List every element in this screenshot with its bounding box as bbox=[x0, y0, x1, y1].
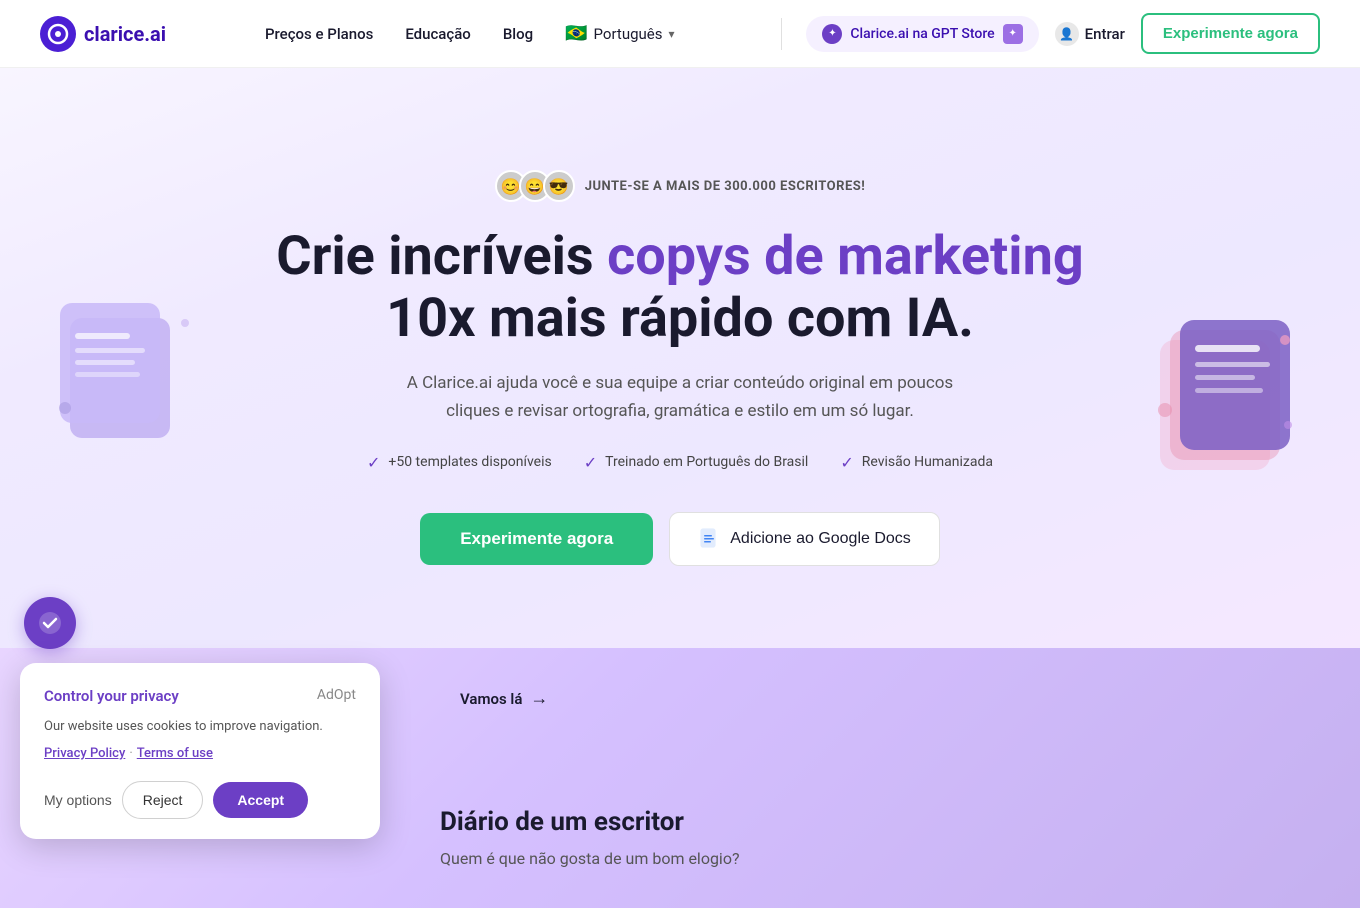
language-flag: 🇧🇷 bbox=[565, 23, 587, 44]
hero-cta-secondary[interactable]: Adicione ao Google Docs bbox=[669, 512, 940, 566]
accept-button[interactable]: Accept bbox=[213, 782, 308, 818]
check-icon-1: ✓ bbox=[367, 453, 380, 472]
hero-feature-label-1: +50 templates disponíveis bbox=[388, 454, 551, 470]
gpt-icon-badge: ✦ bbox=[1003, 24, 1023, 44]
hero-decoration-left bbox=[40, 268, 220, 448]
cookie-header: Control your privacy AdOpt bbox=[44, 687, 356, 705]
checkmark-icon bbox=[37, 610, 63, 636]
hero-title-suffix: 10x mais rápido com IA. bbox=[386, 287, 974, 350]
hero-avatars: 😊 😄 😎 bbox=[495, 170, 575, 202]
navigation: clarice.ai Preços e Planos Educação Blog… bbox=[0, 0, 1360, 68]
gpt-store-label: Clarice.ai na GPT Store bbox=[850, 26, 994, 42]
hero-subtitle: A Clarice.ai ajuda você e sua equipe a c… bbox=[380, 370, 980, 424]
arrow-right-icon: → bbox=[530, 688, 548, 709]
logo-icon bbox=[40, 16, 76, 52]
check-icon-2: ✓ bbox=[584, 453, 597, 472]
gpt-store-button[interactable]: ✦ Clarice.ai na GPT Store ✦ bbox=[806, 16, 1038, 52]
cookie-separator: · bbox=[129, 746, 132, 761]
floating-action-button[interactable] bbox=[24, 597, 76, 649]
avatar-3: 😎 bbox=[543, 170, 575, 202]
gpt-store-icon: ✦ bbox=[822, 24, 842, 44]
hero-cta-primary[interactable]: Experimente agora bbox=[420, 513, 653, 565]
google-docs-icon bbox=[698, 528, 720, 550]
nav-right: ✦ Clarice.ai na GPT Store ✦ 👤 Entrar Exp… bbox=[773, 13, 1320, 54]
hero-feature-2: ✓ Treinado em Português do Brasil bbox=[584, 453, 809, 472]
language-label: Português bbox=[594, 25, 663, 43]
cookie-adopt[interactable]: AdOpt bbox=[317, 687, 356, 703]
hero-title-highlight: copys de marketing bbox=[607, 225, 1084, 288]
diary-title: Diário de um escritor bbox=[440, 807, 740, 837]
hero-decoration-right bbox=[1140, 310, 1300, 470]
chevron-down-icon: ▾ bbox=[668, 27, 674, 41]
reject-button[interactable]: Reject bbox=[122, 781, 204, 819]
hero-feature-label-2: Treinado em Português do Brasil bbox=[605, 454, 808, 470]
nav-link-educacao[interactable]: Educação bbox=[405, 25, 470, 43]
hero-feature-label-3: Revisão Humanizada bbox=[862, 454, 993, 470]
cookie-title: Control your privacy bbox=[44, 687, 179, 705]
terms-of-use-link[interactable]: Terms of use bbox=[137, 746, 213, 761]
vamos-la-button[interactable]: Vamos lá → bbox=[460, 688, 548, 709]
hero-features: ✓ +50 templates disponíveis ✓ Treinado e… bbox=[367, 453, 993, 472]
cookie-banner: Control your privacy AdOpt Our website u… bbox=[20, 663, 380, 840]
cookie-description: Our website uses cookies to improve navi… bbox=[44, 717, 356, 737]
hero-join-section: 😊 😄 😎 JUNTE-SE A MAIS DE 300.000 ESCRITO… bbox=[495, 170, 866, 202]
hero-section: 😊 😄 😎 JUNTE-SE A MAIS DE 300.000 ESCRITO… bbox=[0, 68, 1360, 648]
hero-join-text: JUNTE-SE A MAIS DE 300.000 ESCRITORES! bbox=[585, 179, 866, 194]
user-icon: 👤 bbox=[1055, 22, 1079, 46]
logo-text: clarice.ai bbox=[84, 22, 166, 46]
language-selector[interactable]: 🇧🇷 Português ▾ bbox=[565, 23, 674, 44]
nav-link-precos[interactable]: Preços e Planos bbox=[265, 25, 373, 43]
nav-link-blog[interactable]: Blog bbox=[503, 25, 533, 43]
login-label: Entrar bbox=[1085, 25, 1125, 43]
hero-buttons: Experimente agora Adicione ao Google Doc… bbox=[420, 512, 940, 566]
privacy-policy-link[interactable]: Privacy Policy bbox=[44, 746, 125, 761]
check-icon-3: ✓ bbox=[840, 453, 853, 472]
nav-links: Preços e Planos Educação Blog 🇧🇷 Portugu… bbox=[265, 23, 675, 44]
login-button[interactable]: 👤 Entrar bbox=[1055, 22, 1125, 46]
nav-cta-button[interactable]: Experimente agora bbox=[1141, 13, 1320, 54]
hero-title: Crie incríveis copys de marketing 10x ma… bbox=[276, 226, 1083, 350]
cookie-buttons: My options Reject Accept bbox=[44, 781, 356, 819]
hero-cta-secondary-label: Adicione ao Google Docs bbox=[730, 530, 911, 548]
vamos-la-label: Vamos lá bbox=[460, 690, 522, 708]
cookie-links: Privacy Policy · Terms of use bbox=[44, 746, 356, 761]
hero-title-prefix: Crie incríveis bbox=[276, 225, 607, 288]
nav-divider bbox=[781, 18, 782, 50]
my-options-button[interactable]: My options bbox=[44, 792, 112, 808]
hero-feature-1: ✓ +50 templates disponíveis bbox=[367, 453, 552, 472]
logo[interactable]: clarice.ai bbox=[40, 16, 166, 52]
hero-feature-3: ✓ Revisão Humanizada bbox=[840, 453, 993, 472]
